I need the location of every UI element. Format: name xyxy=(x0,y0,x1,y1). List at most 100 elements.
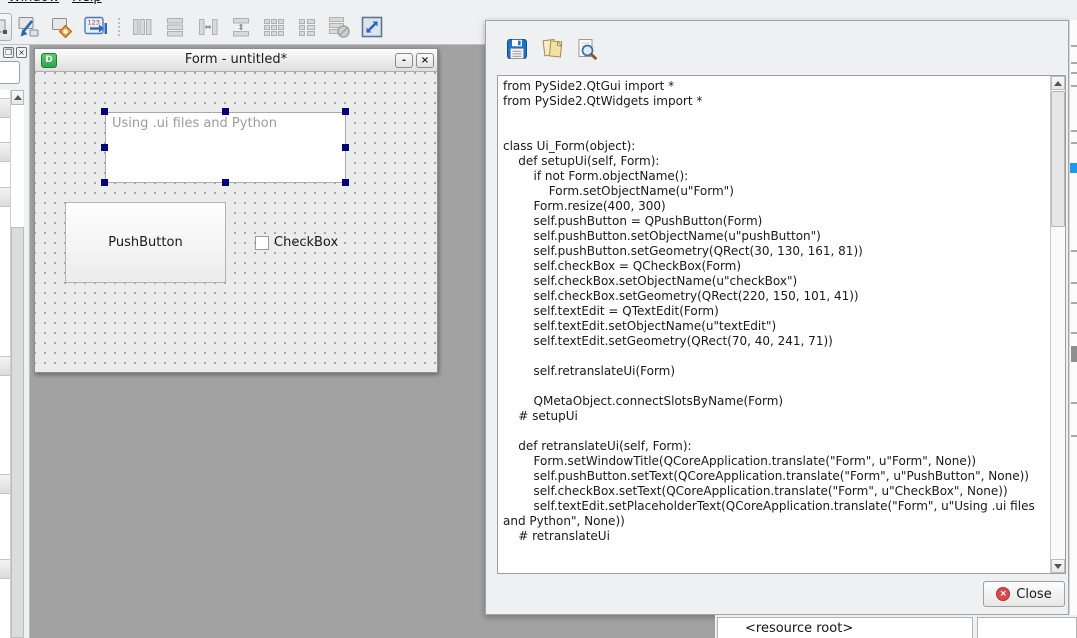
arrow-down-icon xyxy=(1054,564,1062,569)
edit-widgets-icon xyxy=(0,16,9,38)
widget-filter-input[interactable] xyxy=(0,61,20,84)
edit-tab-order-button[interactable]: 123 xyxy=(82,13,110,41)
selection-handle-e[interactable] xyxy=(342,144,349,151)
dock-close-button[interactable]: × xyxy=(16,47,27,58)
scroll-down-button[interactable] xyxy=(1051,559,1065,573)
resource-root-item[interactable]: <resource root> xyxy=(718,618,972,636)
panel-fragment xyxy=(1071,130,1077,132)
widget-category-row[interactable] xyxy=(0,559,10,579)
close-button-label: Close xyxy=(1016,587,1051,602)
form-window: D Form - untitled* - × Using .ui files a… xyxy=(34,48,438,373)
layout-horizontal-splitter-button[interactable] xyxy=(194,13,222,41)
right-panel-sliver xyxy=(1069,20,1077,615)
selection-handle-sw[interactable] xyxy=(101,179,108,186)
form-window-title: Form - untitled* xyxy=(35,52,437,67)
break-layout-button[interactable] xyxy=(325,13,353,41)
panel-fragment xyxy=(1071,62,1077,64)
edit-buddies-button[interactable] xyxy=(48,13,76,41)
widget-box-list[interactable] xyxy=(0,90,10,638)
resource-list-panel xyxy=(977,617,1077,638)
widget-box-dock: ❐ × xyxy=(0,45,30,638)
panel-fragment xyxy=(1071,85,1077,87)
form-close-button[interactable]: × xyxy=(416,53,434,68)
checkbox-indicator[interactable] xyxy=(255,236,269,250)
form-canvas[interactable]: Using .ui files and Python PushButton Ch… xyxy=(35,72,437,372)
layout-horizontal-icon xyxy=(131,16,153,38)
scrollbar-thumb[interactable] xyxy=(1051,91,1065,227)
scroll-up-button[interactable] xyxy=(1051,76,1065,90)
code-preview-dialog: from PySide2.QtGui import * from PySide2… xyxy=(485,20,1069,615)
pushbutton-label: PushButton xyxy=(108,235,182,250)
widget-category-row[interactable] xyxy=(0,187,10,207)
close-icon: × xyxy=(996,587,1010,601)
scroll-up-button[interactable] xyxy=(11,90,24,105)
widget-category-row[interactable] xyxy=(0,474,10,494)
svg-text:123: 123 xyxy=(88,19,100,27)
toolbar-separator xyxy=(117,17,121,37)
panel-fragment xyxy=(1071,250,1077,252)
layout-grid-icon xyxy=(262,16,286,38)
panel-fragment xyxy=(1071,346,1077,362)
code-scrollbar[interactable] xyxy=(1050,76,1065,573)
edit-signals-slots-icon xyxy=(16,15,40,39)
code-view[interactable]: from PySide2.QtGui import * from PySide2… xyxy=(497,75,1066,574)
panel-fragment xyxy=(1071,142,1077,144)
selection-handle-w[interactable] xyxy=(101,144,108,151)
adjust-size-icon xyxy=(360,15,384,39)
pushbutton-widget[interactable]: PushButton xyxy=(65,202,226,283)
menu-item-window[interactable]: Window xyxy=(8,0,59,8)
selection-handle-se[interactable] xyxy=(342,179,349,186)
layout-vertical-button[interactable] xyxy=(161,13,189,41)
panel-fragment xyxy=(1071,435,1077,437)
menu-bar: Window Help xyxy=(0,0,1077,9)
panel-fragment xyxy=(1071,402,1077,404)
copy-icon xyxy=(540,37,566,61)
copy-button[interactable] xyxy=(539,36,567,62)
layout-grid-button[interactable] xyxy=(260,13,288,41)
generated-python-code: from PySide2.QtGui import * from PySide2… xyxy=(498,76,1050,573)
save-icon xyxy=(505,37,529,61)
widget-box-scrollbar[interactable] xyxy=(10,90,24,638)
find-button[interactable] xyxy=(573,36,601,62)
edit-tab-order-icon: 123 xyxy=(83,15,109,39)
layout-form-icon xyxy=(296,16,318,38)
textedit-widget[interactable]: Using .ui files and Python xyxy=(105,112,346,183)
adjust-size-button[interactable] xyxy=(358,13,386,41)
resource-tree-panel: <resource root> xyxy=(717,617,973,638)
form-minimize-button[interactable]: - xyxy=(395,53,413,68)
panel-fragment xyxy=(1071,302,1077,304)
checkbox-label: CheckBox xyxy=(274,235,338,250)
textedit-placeholder: Using .ui files and Python xyxy=(106,113,345,134)
scrollbar-thumb[interactable] xyxy=(11,227,24,638)
selection-handle-nw[interactable] xyxy=(101,108,108,115)
layout-horizontal-splitter-icon xyxy=(197,16,219,38)
panel-fragment xyxy=(1071,282,1077,284)
widget-category-row[interactable] xyxy=(0,142,10,162)
dock-float-button[interactable]: ❐ xyxy=(3,47,14,58)
break-layout-icon xyxy=(327,15,351,39)
edit-signals-slots-button[interactable] xyxy=(14,13,42,41)
selected-row-fragment xyxy=(1070,163,1077,173)
close-button[interactable]: × Close xyxy=(983,581,1065,607)
find-icon xyxy=(575,37,599,61)
save-button[interactable] xyxy=(503,36,531,62)
widget-category-row[interactable] xyxy=(0,98,10,118)
arrow-up-icon xyxy=(1054,81,1062,86)
edit-buddies-icon xyxy=(50,15,74,39)
form-titlebar[interactable]: D Form - untitled* - × xyxy=(35,49,437,72)
panel-fragment xyxy=(1071,332,1077,334)
selection-handle-s[interactable] xyxy=(222,179,229,186)
resource-browser: <resource root> xyxy=(715,615,1077,638)
selection-handle-n[interactable] xyxy=(222,108,229,115)
arrow-up-icon xyxy=(14,95,22,100)
widget-category-row[interactable] xyxy=(0,356,10,376)
checkbox-widget[interactable]: CheckBox xyxy=(255,222,356,263)
selection-handle-ne[interactable] xyxy=(342,108,349,115)
layout-form-button[interactable] xyxy=(293,13,321,41)
layout-vertical-splitter-button[interactable] xyxy=(227,13,255,41)
panel-fragment xyxy=(1071,72,1077,74)
layout-horizontal-button[interactable] xyxy=(128,13,156,41)
layout-vertical-splitter-icon xyxy=(230,16,252,38)
edit-widgets-button[interactable] xyxy=(0,13,12,41)
menu-item-help[interactable]: Help xyxy=(72,0,102,8)
